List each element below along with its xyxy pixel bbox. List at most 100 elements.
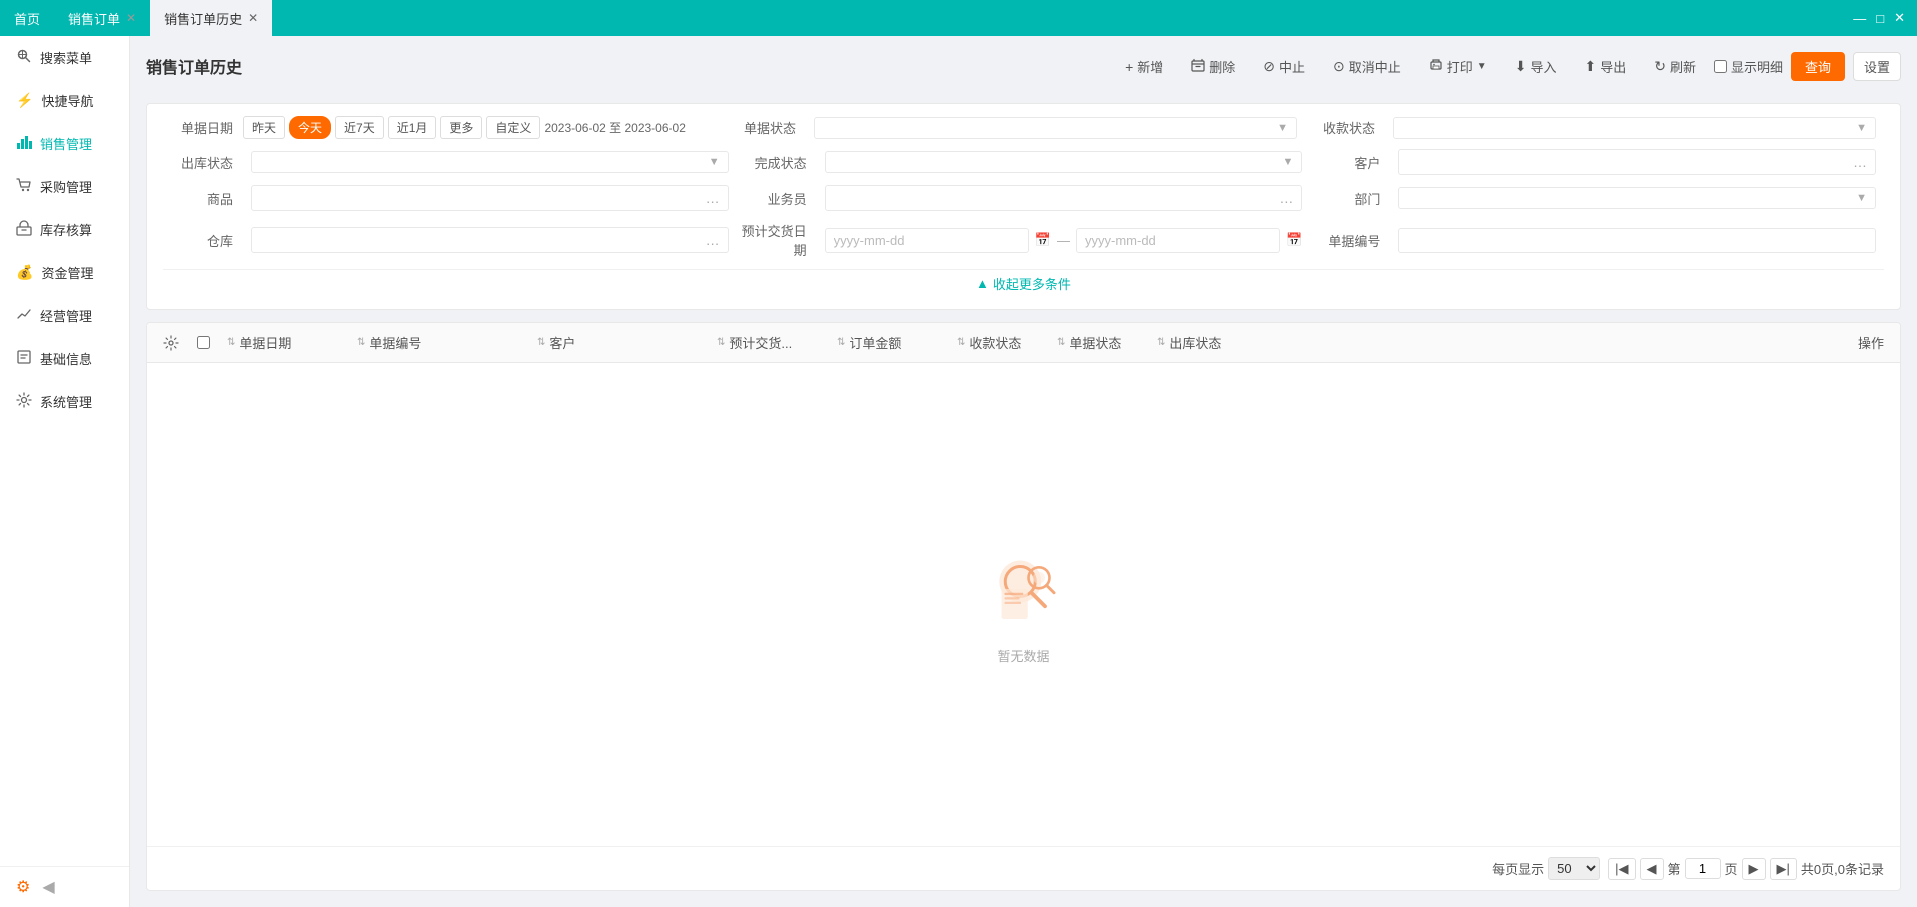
tab-close-history[interactable]: ✕ — [248, 11, 258, 25]
add-icon: + — [1125, 59, 1133, 75]
display-columns-checkbox[interactable] — [1714, 60, 1727, 73]
empty-text: 暂无数据 — [997, 646, 1049, 665]
delivery-date-end-field[interactable] — [1085, 233, 1271, 248]
date-btn-more[interactable]: 更多 — [440, 116, 482, 139]
col-header-number[interactable]: ⇅ 单据编号 — [349, 333, 529, 352]
add-button[interactable]: + 新增 — [1115, 52, 1173, 81]
customer-input[interactable]: … — [1398, 149, 1876, 175]
out-status-select[interactable]: ▼ — [251, 151, 729, 173]
sidebar-item-system[interactable]: 系统管理 — [0, 380, 129, 423]
next-page-button[interactable]: ▶ — [1742, 858, 1766, 880]
product-field[interactable] — [260, 191, 706, 206]
date-btn-1month[interactable]: 近1月 — [388, 116, 437, 139]
prev-page-button[interactable]: ◀ — [1640, 858, 1664, 880]
first-page-button[interactable]: |◀ — [1608, 858, 1635, 880]
product-input[interactable]: … — [251, 185, 729, 211]
salesperson-ellipsis-icon[interactable]: … — [1279, 190, 1293, 206]
receipt-status-select[interactable]: ▼ — [1393, 117, 1876, 139]
print-button[interactable]: 打印 ▼ — [1419, 52, 1497, 81]
collapse-button[interactable]: ▲ 收起更多条件 — [163, 269, 1884, 297]
delivery-date-end-input[interactable] — [1076, 228, 1280, 253]
salesperson-field[interactable] — [834, 191, 1280, 206]
sidebar-item-quick-nav[interactable]: ⚡ 快捷导航 — [0, 79, 129, 122]
sidebar-item-basic-info[interactable]: 基础信息 — [0, 337, 129, 380]
sidebar-collapse-icon[interactable]: ◀ — [42, 877, 54, 897]
cancel-stop-button[interactable]: ⊙ 取消中止 — [1323, 52, 1411, 81]
delivery-date-start-field[interactable] — [834, 233, 1020, 248]
page-title: 销售订单历史 — [146, 54, 242, 78]
complete-status-select[interactable]: ▼ — [825, 151, 1303, 173]
sidebar-label-inventory: 库存核算 — [40, 220, 92, 239]
import-button[interactable]: ⬇ 导入 — [1505, 52, 1567, 81]
out-status-arrow-icon: ▼ — [709, 156, 720, 168]
window-close[interactable]: ✕ — [1894, 10, 1905, 26]
order-number-field[interactable] — [1407, 233, 1867, 248]
date-btn-today[interactable]: 今天 — [289, 116, 331, 139]
salesperson-input[interactable]: … — [825, 185, 1303, 211]
col-header-amount[interactable]: ⇅ 订单金额 — [829, 333, 949, 352]
sidebar-item-purchase[interactable]: 采购管理 — [0, 165, 129, 208]
col-header-receipt[interactable]: ⇅ 收款状态 — [949, 333, 1049, 352]
col-header-order-status[interactable]: ⇅ 单据状态 — [1049, 333, 1149, 352]
display-columns-toggle[interactable]: 显示明细 — [1714, 57, 1783, 76]
page-label: 第 — [1668, 859, 1681, 878]
window-maximize[interactable]: □ — [1876, 11, 1884, 26]
col-header-date[interactable]: ⇅ 单据日期 — [219, 333, 349, 352]
date-btn-7days[interactable]: 近7天 — [335, 116, 384, 139]
filter-row-3: 商品 … 业务员 … 部门 — [163, 185, 1884, 211]
sort-icon: ⇅ — [227, 337, 235, 348]
stop-button[interactable]: ⊘ 中止 — [1253, 52, 1315, 81]
sidebar: 搜索菜单 ⚡ 快捷导航 销售管理 采购管理 库存核算 💰 资金管理 — [0, 36, 130, 907]
date-btn-yesterday[interactable]: 昨天 — [243, 116, 285, 139]
department-select[interactable]: ▼ — [1398, 187, 1876, 209]
customer-field[interactable] — [1407, 155, 1853, 170]
content-area: 销售订单历史 + 新增 删除 ⊘ 中止 ⊙ 取消中 — [130, 36, 1917, 907]
table-select-all[interactable] — [197, 336, 210, 349]
date-filter-value: 昨天 今天 近7天 近1月 更多 自定义 2023-06-02 至 2023-0… — [243, 116, 726, 139]
complete-status-arrow-icon: ▼ — [1282, 156, 1293, 168]
settings-button[interactable]: 设置 — [1853, 52, 1901, 81]
sort-icon: ⇅ — [357, 337, 365, 348]
total-records: 共0页,0条记录 — [1801, 859, 1884, 878]
tab-sales-order[interactable]: 销售订单 ✕ — [54, 0, 150, 36]
stop-icon: ⊘ — [1263, 58, 1275, 75]
warehouse-input[interactable]: … — [251, 227, 729, 253]
page-size-selector: 每页显示 10 20 50 100 — [1492, 857, 1600, 880]
tab-home[interactable]: 首页 — [0, 0, 54, 36]
col-header-out-status[interactable]: ⇅ 出库状态 — [1149, 333, 1249, 352]
refresh-button[interactable]: ↻ 刷新 — [1644, 52, 1706, 81]
last-page-button[interactable]: ▶| — [1770, 858, 1797, 880]
col-header-delivery[interactable]: ⇅ 预计交货... — [709, 333, 829, 352]
delete-button[interactable]: 删除 — [1181, 52, 1245, 81]
sidebar-item-operations[interactable]: 经营管理 — [0, 294, 129, 337]
warehouse-field[interactable] — [260, 233, 706, 248]
table-checkbox-cell[interactable] — [187, 336, 219, 349]
page-number-input[interactable] — [1685, 858, 1721, 879]
order-number-input[interactable] — [1398, 228, 1876, 253]
tab-close-sales-order[interactable]: ✕ — [126, 11, 136, 25]
calendar-end-icon[interactable]: 📅 — [1286, 232, 1302, 248]
table-settings-cell[interactable] — [155, 335, 187, 351]
tab-sales-order-history[interactable]: 销售订单历史 ✕ — [150, 0, 272, 36]
query-button[interactable]: 查询 — [1791, 52, 1845, 81]
delivery-date-start-input[interactable] — [825, 228, 1029, 253]
warehouse-ellipsis-icon[interactable]: … — [706, 232, 720, 248]
calendar-start-icon[interactable]: 📅 — [1035, 232, 1051, 248]
window-minimize[interactable]: — — [1853, 11, 1866, 26]
empty-state: 暂无数据 — [147, 363, 1900, 846]
customer-ellipsis-icon[interactable]: … — [1853, 154, 1867, 170]
sidebar-item-search-menu[interactable]: 搜索菜单 — [0, 36, 129, 79]
filter-row-2: 出库状态 ▼ 完成状态 ▼ 客户 — [163, 149, 1884, 175]
export-button[interactable]: ⬆ 导出 — [1574, 52, 1636, 81]
sidebar-item-inventory[interactable]: 库存核算 — [0, 208, 129, 251]
date-label: 单据日期 — [163, 118, 243, 137]
per-page-select[interactable]: 10 20 50 100 — [1548, 857, 1600, 880]
order-status-select[interactable]: ▼ — [814, 117, 1297, 139]
sidebar-label-operations: 经营管理 — [40, 306, 92, 325]
date-btn-custom[interactable]: 自定义 — [486, 116, 540, 139]
sidebar-settings-icon[interactable]: ⚙ — [16, 877, 30, 897]
sidebar-item-finance[interactable]: 💰 资金管理 — [0, 251, 129, 294]
product-ellipsis-icon[interactable]: … — [706, 190, 720, 206]
sidebar-item-sales[interactable]: 销售管理 — [0, 122, 129, 165]
col-header-customer[interactable]: ⇅ 客户 — [529, 333, 709, 352]
